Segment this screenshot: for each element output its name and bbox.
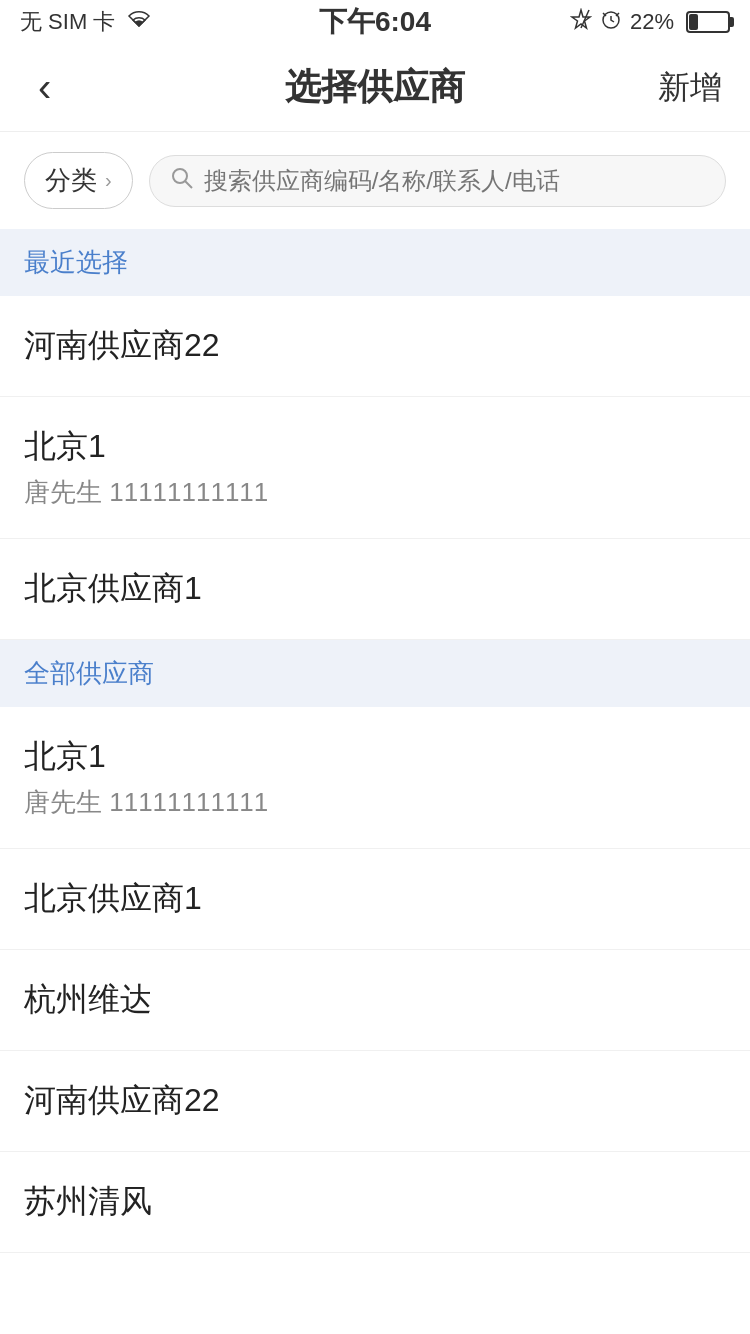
list-item[interactable]: 苏州清风 [0, 1152, 750, 1253]
list-item[interactable]: 河南供应商22 [0, 1051, 750, 1152]
status-left: 无 SIM 卡 [20, 7, 153, 37]
recent-section-label: 最近选择 [24, 247, 128, 277]
item-name: 北京供应商1 [24, 877, 726, 921]
category-label: 分类 [45, 163, 97, 198]
item-name: 苏州清风 [24, 1180, 726, 1224]
list-item[interactable]: 北京供应商1 [0, 849, 750, 950]
search-box [149, 155, 726, 207]
search-icon [170, 166, 194, 196]
list-item[interactable]: 北京1 唐先生 11111111111 [0, 397, 750, 539]
nav-bar: ‹ 选择供应商 新增 [0, 44, 750, 132]
item-detail: 唐先生 11111111111 [24, 475, 726, 510]
item-name: 河南供应商22 [24, 1079, 726, 1123]
back-button[interactable]: ‹ [28, 55, 61, 120]
list-item[interactable]: 北京供应商1 [0, 539, 750, 640]
item-detail: 唐先生 11111111111 [24, 785, 726, 820]
page-title: 选择供应商 [285, 63, 465, 112]
battery-percent: 22% [630, 9, 674, 35]
filter-bar: 分类 › [0, 132, 750, 229]
search-input[interactable] [204, 167, 705, 195]
alarm-icon [600, 8, 622, 36]
list-item[interactable]: 河南供应商22 [0, 296, 750, 397]
status-time: 下午6:04 [319, 3, 431, 41]
item-name: 杭州维达 [24, 978, 726, 1022]
chevron-right-icon: › [105, 169, 112, 192]
add-button[interactable]: 新增 [658, 66, 722, 110]
svg-point-1 [173, 169, 187, 183]
status-right: 22% [570, 8, 730, 36]
category-button[interactable]: 分类 › [24, 152, 133, 209]
item-name: 北京供应商1 [24, 567, 726, 611]
item-name: 北京1 [24, 425, 726, 469]
all-items-list: 北京1 唐先生 11111111111 北京供应商1 杭州维达河南供应商22 苏州清风 [0, 707, 750, 1253]
recent-section-header: 最近选择 [0, 229, 750, 296]
status-bar: 无 SIM 卡 下午6:04 22% [0, 0, 750, 44]
recent-items-list: 河南供应商22 北京1 唐先生 11111111111 北京供应商1 [0, 296, 750, 640]
wifi-icon [125, 8, 153, 36]
svg-line-2 [185, 181, 192, 188]
battery-icon [686, 11, 730, 33]
list-item[interactable]: 北京1 唐先生 11111111111 [0, 707, 750, 849]
item-name: 河南供应商22 [24, 324, 726, 368]
list-item[interactable]: 杭州维达 [0, 950, 750, 1051]
carrier-text: 无 SIM 卡 [20, 7, 115, 37]
location-icon [570, 8, 592, 36]
item-name: 北京1 [24, 735, 726, 779]
all-section-label: 全部供应商 [24, 658, 154, 688]
all-section-header: 全部供应商 [0, 640, 750, 707]
